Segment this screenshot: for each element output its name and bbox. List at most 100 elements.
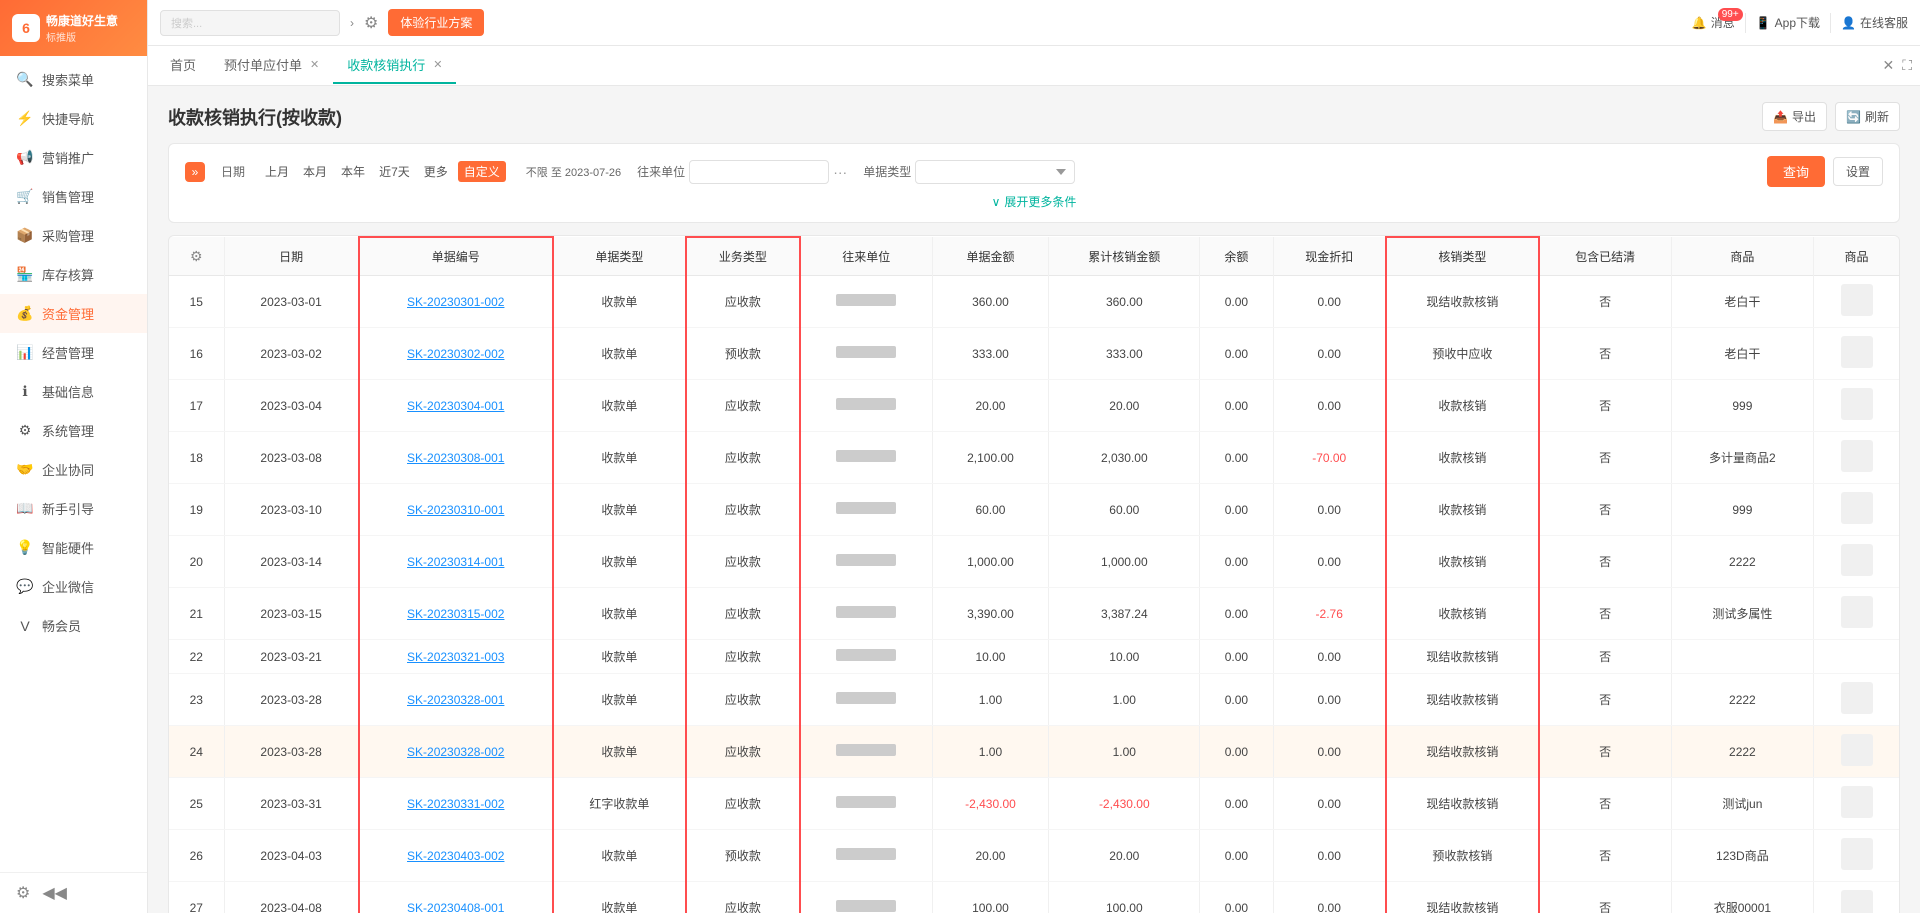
partner-input[interactable] bbox=[689, 160, 829, 184]
sidebar-label-3: 销售管理 bbox=[42, 187, 94, 206]
sidebar-label-4: 采购管理 bbox=[42, 226, 94, 245]
doc-no-link[interactable]: SK-20230403-002 bbox=[407, 849, 504, 863]
cell-goods-img bbox=[1814, 380, 1899, 432]
cell-no: 19 bbox=[169, 484, 224, 536]
cell-biz-type: 应收款 bbox=[686, 778, 800, 830]
date-7days[interactable]: 近7天 bbox=[375, 161, 414, 182]
sidebar-icon-5: 🏪 bbox=[16, 266, 34, 283]
doc-no-link[interactable]: SK-20230331-002 bbox=[407, 797, 504, 811]
filter-toggle-button[interactable]: » bbox=[185, 162, 205, 182]
col-balance: 余额 bbox=[1200, 237, 1273, 276]
export-button[interactable]: 📤 导出 bbox=[1762, 102, 1827, 131]
col-settings[interactable]: ⚙ bbox=[169, 237, 224, 276]
doc-no-link[interactable]: SK-20230315-002 bbox=[407, 607, 504, 621]
doc-no-link[interactable]: SK-20230321-003 bbox=[407, 650, 504, 664]
sidebar-item-5[interactable]: 🏪库存核算 bbox=[0, 255, 147, 294]
cell-partner bbox=[800, 778, 932, 830]
settings-bottom-icon[interactable]: ⚙ bbox=[16, 883, 30, 903]
tab-0[interactable]: 首页 bbox=[156, 47, 210, 84]
collapse-icon[interactable]: ◀◀ bbox=[42, 883, 67, 903]
partner-dots[interactable]: ··· bbox=[833, 164, 847, 180]
doc-type-select[interactable] bbox=[915, 160, 1075, 184]
doc-no-link[interactable]: SK-20230302-002 bbox=[407, 347, 504, 361]
doc-no-link[interactable]: SK-20230304-001 bbox=[407, 399, 504, 413]
tab-close-2[interactable]: ✕ bbox=[433, 58, 442, 71]
sidebar-item-6[interactable]: 💰资金管理 bbox=[0, 294, 147, 333]
cell-no: 25 bbox=[169, 778, 224, 830]
refresh-button[interactable]: 🔄 刷新 bbox=[1835, 102, 1900, 131]
sidebar-item-14[interactable]: V畅会员 bbox=[0, 606, 147, 645]
cell-verified-amount: 20.00 bbox=[1049, 830, 1200, 882]
cell-balance: 0.00 bbox=[1200, 380, 1273, 432]
goods-thumbnail bbox=[1841, 388, 1873, 420]
cell-date: 2023-03-31 bbox=[224, 778, 359, 830]
doc-no-link[interactable]: SK-20230408-001 bbox=[407, 901, 504, 913]
cell-cash-discount: -70.00 bbox=[1273, 432, 1386, 484]
col-doc-amount: 单据金额 bbox=[932, 237, 1049, 276]
date-this-month[interactable]: 本月 bbox=[299, 161, 331, 182]
cell-doc-type: 收款单 bbox=[553, 276, 686, 328]
cell-verified-amount: 1.00 bbox=[1049, 674, 1200, 726]
sidebar-item-7[interactable]: 📊经营管理 bbox=[0, 333, 147, 372]
topbar-search[interactable]: 搜索... bbox=[160, 10, 340, 36]
sidebar-bottom: ⚙ ◀◀ bbox=[0, 872, 147, 913]
sidebar-item-0[interactable]: 🔍搜索菜单 bbox=[0, 60, 147, 99]
query-button[interactable]: 查询 bbox=[1767, 156, 1825, 187]
doc-no-link[interactable]: SK-20230308-001 bbox=[407, 451, 504, 465]
cell-include-settled: 否 bbox=[1539, 432, 1671, 484]
cell-doc-no: SK-20230315-002 bbox=[359, 588, 553, 640]
topbar-gear-icon[interactable]: ⚙ bbox=[364, 13, 378, 33]
doc-no-link[interactable]: SK-20230301-002 bbox=[407, 295, 504, 309]
cell-balance: 0.00 bbox=[1200, 432, 1273, 484]
app-download[interactable]: 📱 App下载 bbox=[1756, 14, 1820, 31]
tab-2[interactable]: 收款核销执行✕ bbox=[333, 47, 456, 84]
table-row: 18 2023-03-08 SK-20230308-001 收款单 应收款 2,… bbox=[169, 432, 1899, 484]
sidebar-icon-14: V bbox=[16, 618, 34, 634]
tab-close-1[interactable]: ✕ bbox=[310, 58, 319, 71]
cell-include-settled: 否 bbox=[1539, 830, 1671, 882]
refresh-icon: 🔄 bbox=[1846, 110, 1861, 124]
date-last-month[interactable]: 上月 bbox=[261, 161, 293, 182]
settings-button[interactable]: 设置 bbox=[1833, 157, 1883, 186]
cell-verified-amount: 100.00 bbox=[1049, 882, 1200, 913]
table-row: 20 2023-03-14 SK-20230314-001 收款单 应收款 1,… bbox=[169, 536, 1899, 588]
sidebar-item-1[interactable]: ⚡快捷导航 bbox=[0, 99, 147, 138]
notification-area[interactable]: 🔔 消息 99+ bbox=[1692, 14, 1735, 31]
sidebar-item-12[interactable]: 💡智能硬件 bbox=[0, 528, 147, 567]
doc-no-link[interactable]: SK-20230310-001 bbox=[407, 503, 504, 517]
sidebar-item-9[interactable]: ⚙系统管理 bbox=[0, 411, 147, 450]
doc-no-link[interactable]: SK-20230328-001 bbox=[407, 693, 504, 707]
sidebar-item-8[interactable]: ℹ基础信息 bbox=[0, 372, 147, 411]
cell-doc-amount: 1.00 bbox=[932, 726, 1049, 778]
cell-doc-no: SK-20230308-001 bbox=[359, 432, 553, 484]
solution-button[interactable]: 体验行业方案 bbox=[388, 9, 484, 36]
cell-biz-type: 应收款 bbox=[686, 640, 800, 674]
date-more[interactable]: 更多 bbox=[420, 161, 452, 182]
online-service[interactable]: 👤 在线客服 bbox=[1841, 14, 1908, 31]
sidebar-icon-1: ⚡ bbox=[16, 110, 34, 127]
sidebar-item-10[interactable]: 🤝企业协同 bbox=[0, 450, 147, 489]
expand-tab-icon[interactable]: ⛶ bbox=[1902, 57, 1912, 74]
date-this-year[interactable]: 本年 bbox=[337, 161, 369, 182]
cell-verified-amount: 1,000.00 bbox=[1049, 536, 1200, 588]
sidebar-item-3[interactable]: 🛒销售管理 bbox=[0, 177, 147, 216]
cell-include-settled: 否 bbox=[1539, 536, 1671, 588]
tab-1[interactable]: 预付单应付单✕ bbox=[210, 47, 333, 84]
sidebar-item-2[interactable]: 📢营销推广 bbox=[0, 138, 147, 177]
col-cash-discount: 现金折扣 bbox=[1273, 237, 1386, 276]
filter-expand[interactable]: ∨ 展开更多条件 bbox=[185, 187, 1883, 210]
goods-thumbnail bbox=[1841, 786, 1873, 818]
topbar-chevron-icon[interactable]: › bbox=[350, 16, 354, 30]
close-tab-icon[interactable]: ✕ bbox=[1882, 57, 1894, 74]
sidebar-item-4[interactable]: 📦采购管理 bbox=[0, 216, 147, 255]
doc-no-link[interactable]: SK-20230314-001 bbox=[407, 555, 504, 569]
cell-biz-type: 应收款 bbox=[686, 484, 800, 536]
date-custom-btn[interactable]: 自定义 bbox=[458, 161, 506, 182]
doc-no-link[interactable]: SK-20230328-002 bbox=[407, 745, 504, 759]
cell-no: 22 bbox=[169, 640, 224, 674]
cell-doc-type: 收款单 bbox=[553, 588, 686, 640]
cell-verify-type: 现结收款核销 bbox=[1386, 882, 1539, 913]
sidebar-item-13[interactable]: 💬企业微信 bbox=[0, 567, 147, 606]
sidebar-icon-8: ℹ bbox=[16, 383, 34, 400]
sidebar-item-11[interactable]: 📖新手引导 bbox=[0, 489, 147, 528]
